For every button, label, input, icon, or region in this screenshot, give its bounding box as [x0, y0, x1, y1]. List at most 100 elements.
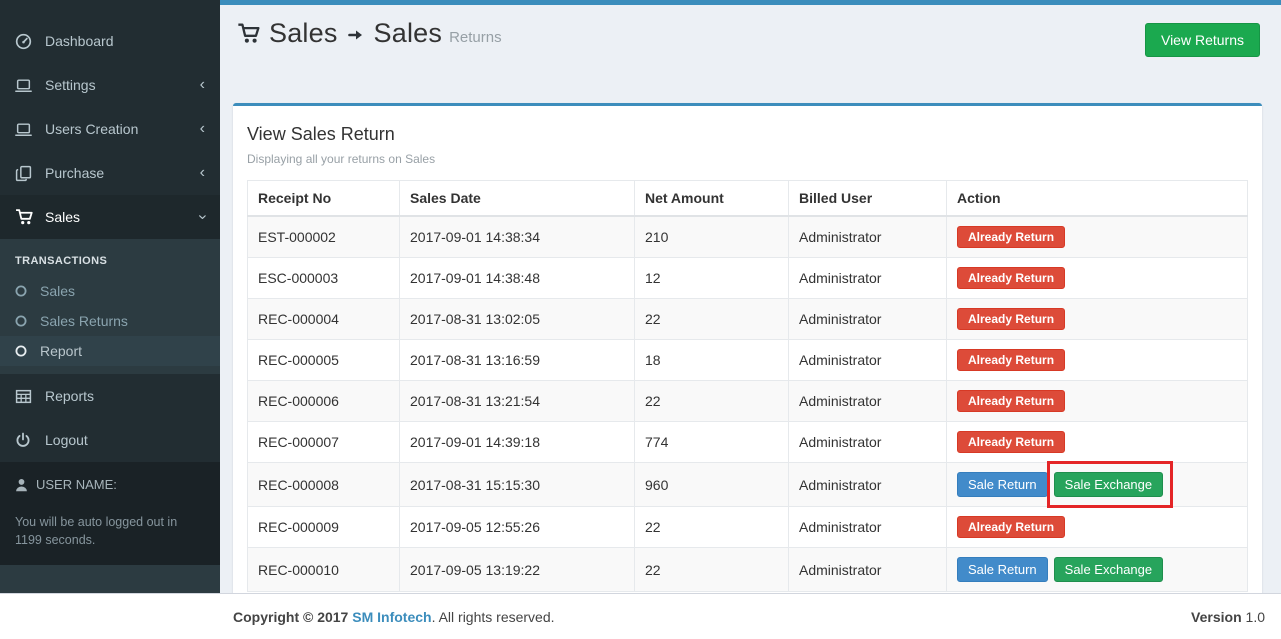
- already-return-button[interactable]: Already Return: [957, 516, 1066, 538]
- cell-receipt-no: ESC-000003: [247, 257, 400, 299]
- sidebar-item-label: Dashboard: [45, 33, 114, 49]
- chevron-left-icon: ‹: [199, 76, 205, 93]
- cell-net-amount: 210: [634, 215, 789, 258]
- sidebar-item-label: Purchase: [45, 165, 105, 181]
- table-icon: [15, 388, 35, 405]
- cell-receipt-no: REC-000007: [247, 421, 400, 463]
- company-link[interactable]: SM Infotech: [352, 609, 431, 625]
- submenu-item-label: Report: [40, 343, 83, 359]
- already-return-button[interactable]: Already Return: [957, 267, 1066, 289]
- sidebar-item-label: Reports: [45, 388, 95, 404]
- cell-sales-date: 2017-08-31 13:21:54: [399, 380, 635, 422]
- cell-sales-date: 2017-08-31 13:02:05: [399, 298, 635, 340]
- cell-net-amount: 12: [634, 257, 789, 299]
- breadcrumb-arrow-icon: [347, 28, 364, 42]
- already-return-button[interactable]: Already Return: [957, 308, 1066, 330]
- sidebar-item-settings[interactable]: Settings ‹: [0, 63, 220, 107]
- sidebar-item-sales[interactable]: Sales ‹: [0, 195, 220, 239]
- cell-actions: Already Return: [946, 298, 1248, 340]
- sidebar-menu: Dashboard Settings ‹ Users Creation ‹ Pu…: [0, 0, 220, 239]
- cell-actions: Sale Return Sale Exchange: [946, 547, 1248, 592]
- submenu-item-report[interactable]: Report: [0, 336, 220, 366]
- cell-net-amount: 22: [634, 298, 789, 340]
- cart-icon: [237, 22, 260, 45]
- cell-sales-date: 2017-08-31 15:15:30: [399, 462, 635, 507]
- content-header: Sales Sales Returns View Returns: [220, 5, 1281, 57]
- submenu-item-sales[interactable]: Sales: [0, 276, 220, 306]
- circle-icon: [15, 285, 31, 297]
- cell-sales-date: 2017-08-31 13:16:59: [399, 339, 635, 381]
- table-row: REC-000010 2017-09-05 13:19:22 22 Administr…: [247, 547, 1248, 592]
- cell-sales-date: 2017-09-01 14:38:34: [399, 215, 635, 258]
- cell-billed-user: Administrator: [788, 339, 947, 381]
- cell-receipt-no: REC-000008: [247, 462, 400, 507]
- already-return-button[interactable]: Already Return: [957, 226, 1066, 248]
- submenu-item-label: Sales: [40, 283, 76, 299]
- cell-net-amount: 18: [634, 339, 789, 381]
- breadcrumb-current: Sales: [373, 18, 443, 48]
- footer: Copyright © 2017 SM Infotech. All rights…: [0, 593, 1281, 639]
- sidebar-item-dashboard[interactable]: Dashboard: [0, 19, 220, 63]
- sale-return-button[interactable]: Sale Return: [957, 472, 1048, 497]
- circle-icon: [15, 345, 31, 357]
- sidebar-item-label: Settings: [45, 77, 96, 93]
- sidebar-item-purchase[interactable]: Purchase ‹: [0, 151, 220, 195]
- user-panel: USER NAME: You will be auto logged out i…: [0, 462, 220, 566]
- sales-return-panel: View Sales Return Displaying all your re…: [233, 103, 1262, 604]
- sidebar-item-label: Users Creation: [45, 121, 139, 137]
- sale-exchange-button[interactable]: Sale Exchange: [1053, 472, 1164, 497]
- column-header-sales-date: Sales Date: [399, 180, 635, 217]
- version-text: Version 1.0: [1191, 608, 1265, 625]
- auto-logout-note: You will be auto logged out in 1199 seco…: [15, 515, 178, 548]
- column-header-billed-user: Billed User: [788, 180, 947, 217]
- cell-billed-user: Administrator: [788, 547, 947, 592]
- cell-net-amount: 22: [634, 380, 789, 422]
- cell-actions: Already Return: [946, 380, 1248, 422]
- cell-billed-user: Administrator: [788, 257, 947, 299]
- table-row: REC-000007 2017-09-01 14:39:18 774 Administ…: [247, 421, 1248, 463]
- user-name-label: USER NAME:: [36, 477, 117, 492]
- table-row: ESC-000003 2017-09-01 14:38:48 12 Administr…: [247, 257, 1248, 299]
- table-body: EST-000002 2017-09-01 14:38:34 210 Administ…: [247, 215, 1248, 592]
- cell-actions: Already Return: [946, 506, 1248, 548]
- already-return-button[interactable]: Already Return: [957, 390, 1066, 412]
- cell-billed-user: Administrator: [788, 462, 947, 507]
- sale-exchange-button[interactable]: Sale Exchange: [1053, 557, 1164, 582]
- submenu-item-sales-returns[interactable]: Sales Returns: [0, 306, 220, 336]
- cell-receipt-no: REC-000004: [247, 298, 400, 340]
- breadcrumb-parent[interactable]: Sales: [269, 18, 338, 49]
- cell-sales-date: 2017-09-01 14:38:48: [399, 257, 635, 299]
- cart-icon: [15, 208, 35, 226]
- sidebar-item-users-creation[interactable]: Users Creation ‹: [0, 107, 220, 151]
- panel-title: View Sales Return: [247, 124, 395, 144]
- cell-net-amount: 774: [634, 421, 789, 463]
- submenu-item-label: Sales Returns: [40, 313, 128, 329]
- cell-net-amount: 960: [634, 462, 789, 507]
- panel-subtitle: Displaying all your returns on Sales: [247, 152, 436, 166]
- cell-net-amount: 22: [634, 547, 789, 592]
- cell-billed-user: Administrator: [788, 380, 947, 422]
- sidebar-item-logout[interactable]: Logout: [0, 418, 220, 462]
- sidebar-filler: [0, 565, 220, 593]
- sale-return-button[interactable]: Sale Return: [957, 557, 1048, 582]
- column-header-receipt-no: Receipt No: [247, 180, 400, 217]
- cell-billed-user: Administrator: [788, 506, 947, 548]
- cell-billed-user: Administrator: [788, 215, 947, 258]
- already-return-button[interactable]: Already Return: [957, 431, 1066, 453]
- view-returns-button[interactable]: View Returns: [1144, 23, 1260, 57]
- cell-actions: Already Return: [946, 215, 1248, 258]
- sidebar-item-label: Logout: [45, 432, 88, 448]
- chevron-left-icon: ‹: [199, 164, 205, 181]
- sidebar-item-label: Sales: [45, 209, 81, 225]
- table-row: REC-000006 2017-08-31 13:21:54 22 Administr…: [247, 380, 1248, 422]
- table-row: REC-000005 2017-08-31 13:16:59 18 Administr…: [247, 339, 1248, 381]
- main-content: Sales Sales Returns View Returns View Sa…: [220, 0, 1281, 604]
- sidebar-menu-bottom: Reports Logout: [0, 374, 220, 462]
- cell-receipt-no: REC-000005: [247, 339, 400, 381]
- table-row: EST-000002 2017-09-01 14:38:34 210 Administ…: [247, 215, 1248, 258]
- already-return-button[interactable]: Already Return: [957, 349, 1066, 371]
- breadcrumb-sub: Returns: [449, 28, 502, 46]
- cell-actions: Already Return: [946, 421, 1248, 463]
- sidebar-item-reports[interactable]: Reports: [0, 374, 220, 418]
- table-row: REC-000008 2017-08-31 15:15:30 960 Administ…: [247, 461, 1248, 508]
